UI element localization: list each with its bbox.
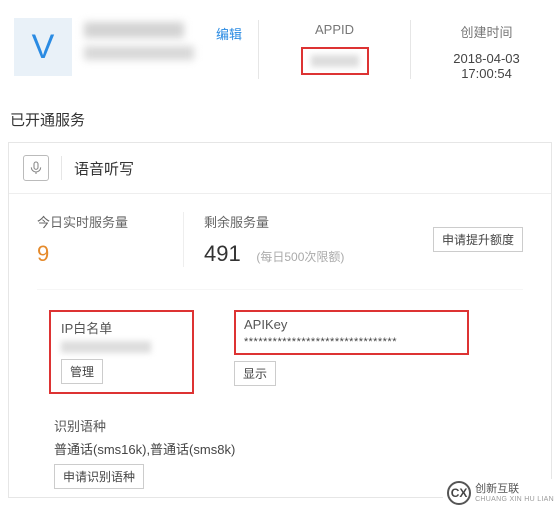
- footer-logo: CX 创新互联 CHUANG XIN HU LIAN: [443, 479, 558, 507]
- divider: [183, 212, 184, 267]
- remaining-value: 491: [204, 241, 241, 266]
- show-apikey-button[interactable]: 显示: [234, 361, 276, 386]
- divider: [37, 289, 523, 290]
- app-name-redacted: [84, 22, 184, 38]
- quota-note: (每日500次限额): [256, 250, 344, 264]
- app-name-block: [84, 18, 204, 60]
- created-label: 创建时间: [427, 22, 546, 41]
- apikey-box: APIKey ********************************: [234, 310, 469, 355]
- today-usage-label: 今日实时服务量: [37, 212, 177, 231]
- apply-language-button[interactable]: 申请识别语种: [54, 464, 144, 489]
- service-title: 语音听写: [74, 158, 134, 179]
- logo-icon: CX: [447, 481, 471, 505]
- created-value: 2018-04-03 17:00:54: [427, 51, 546, 81]
- remaining-label: 剩余服务量: [204, 212, 433, 231]
- divider: [61, 156, 62, 180]
- avatar: V: [14, 18, 72, 76]
- ip-whitelist-label: IP白名单: [61, 318, 182, 337]
- language-values: 普通话(sms16k),普通话(sms8k): [54, 439, 523, 458]
- service-card: 语音听写 今日实时服务量 9 剩余服务量 491 (每日500次限额) 申请提升…: [8, 142, 552, 498]
- manage-ip-button[interactable]: 管理: [61, 359, 103, 384]
- appid-redacted: [311, 55, 359, 67]
- microphone-icon: [23, 155, 49, 181]
- upgrade-quota-button[interactable]: 申请提升额度: [433, 227, 523, 252]
- apikey-value: ********************************: [244, 336, 459, 348]
- app-desc-redacted: [84, 46, 194, 60]
- divider: [410, 20, 411, 79]
- ip-whitelist-box: IP白名单 管理: [49, 310, 194, 394]
- ip-value-redacted: [61, 341, 151, 353]
- language-label: 识别语种: [54, 416, 523, 435]
- logo-text: 创新互联: [475, 483, 554, 495]
- appid-value-box: [301, 47, 369, 75]
- apikey-label: APIKey: [244, 317, 459, 332]
- section-title: 已开通服务: [0, 99, 560, 142]
- appid-label: APPID: [275, 22, 394, 37]
- divider: [258, 20, 259, 79]
- logo-subtext: CHUANG XIN HU LIAN: [475, 496, 554, 503]
- edit-link[interactable]: 编辑: [216, 18, 242, 43]
- today-usage-value: 9: [37, 241, 177, 267]
